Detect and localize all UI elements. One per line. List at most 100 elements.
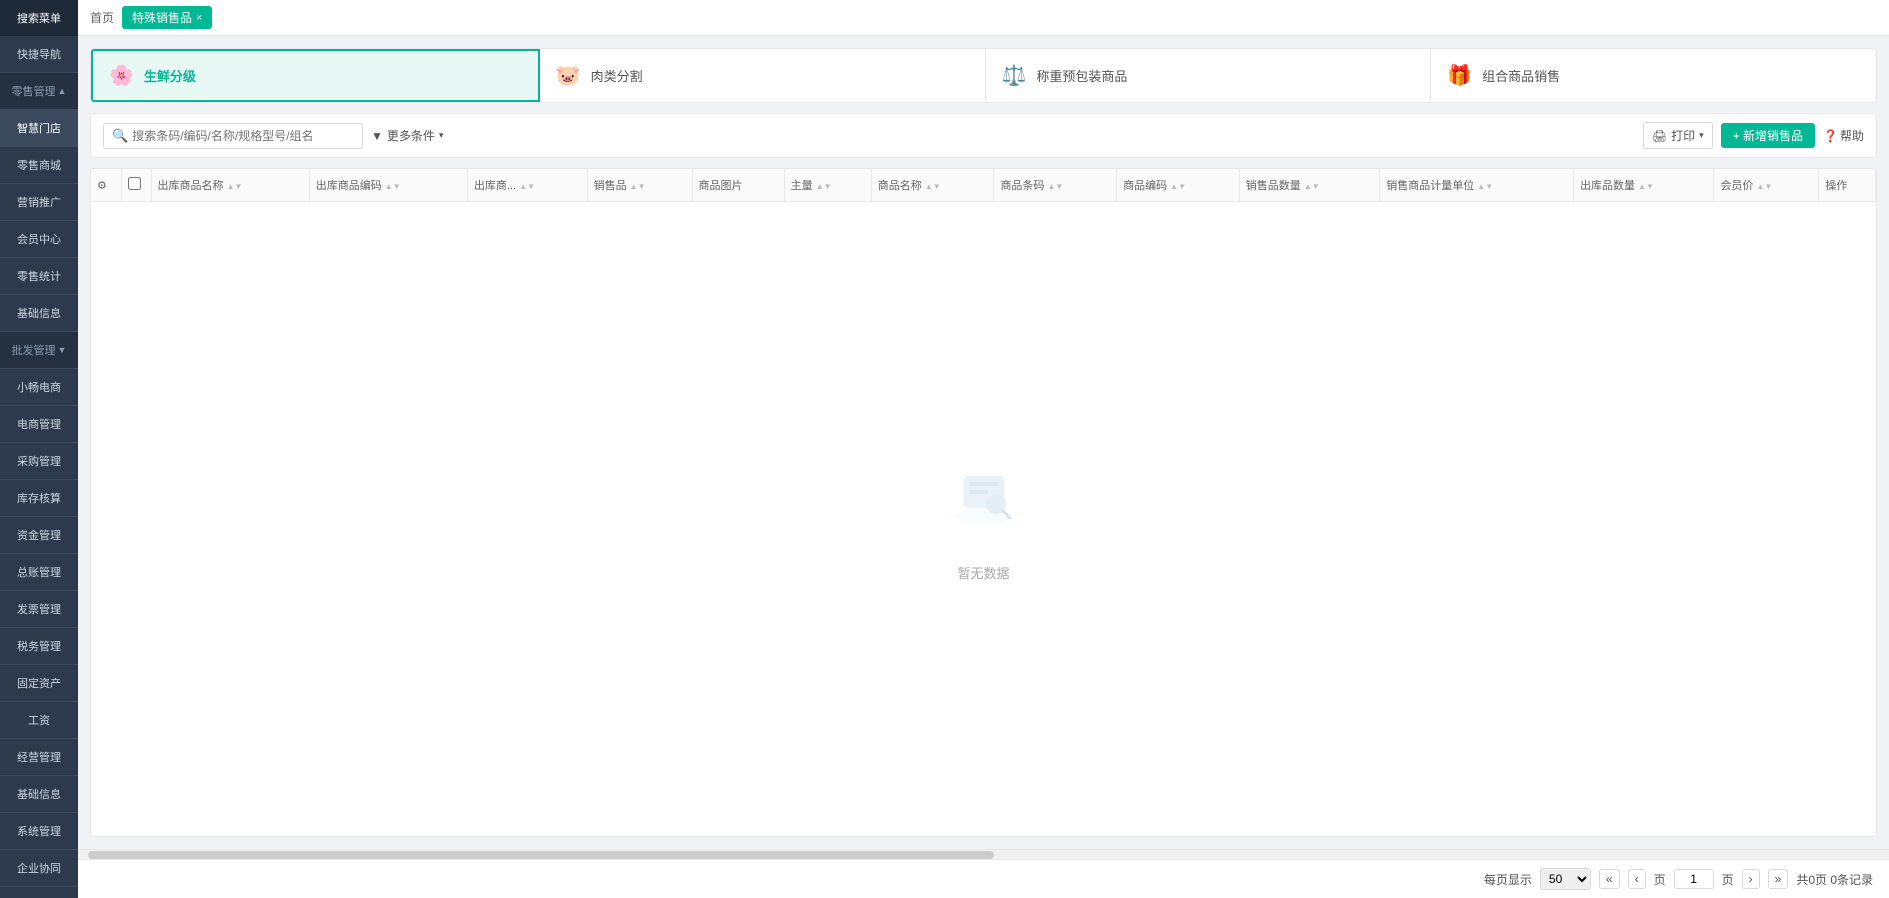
tab-weighed-package[interactable]: ⚖️ 称重预包装商品 — [986, 49, 1432, 102]
print-label: 打印 — [1671, 127, 1695, 144]
sort-icon[interactable]: ▲▼ — [1048, 183, 1064, 191]
scrollbar-thumb[interactable] — [88, 851, 994, 859]
toolbar-right: 🖨 打印 ▾ + 新增销售品 ❓ 帮助 — [1643, 122, 1864, 149]
filter-button[interactable]: ▼ 更多条件 ▾ — [371, 127, 443, 144]
tab-combo-sales[interactable]: 🎁 组合商品销售 — [1431, 49, 1876, 102]
col-weight: 主量 ▲▼ — [784, 169, 871, 202]
last-page-button[interactable]: » — [1768, 869, 1789, 889]
sidebar: 搜索菜单 快捷导航 零售管理 ▲ 智慧门店 零售商城 营销推广 会员中心 零售统… — [0, 0, 78, 898]
per-page-label: 每页显示 — [1484, 871, 1532, 888]
sidebar-item-wholesale-mgmt[interactable]: 批发管理 ▼ — [0, 332, 78, 369]
col-sale-qty-unit: 销售商品计量单位 ▲▼ — [1380, 169, 1574, 202]
col-goods-barcode: 商品条码 ▲▼ — [994, 169, 1117, 202]
sort-icon[interactable]: ▲▼ — [925, 183, 941, 191]
page-label-suffix: 页 — [1722, 871, 1734, 888]
topbar-tab-label: 特殊销售品 — [132, 9, 192, 26]
sidebar-item-quick-nav[interactable]: 快捷导航 — [0, 36, 78, 73]
next-page-button[interactable]: › — [1742, 869, 1760, 889]
sort-icon[interactable]: ▲▼ — [1638, 183, 1654, 191]
sidebar-item-smart-store[interactable]: 智慧门店 — [0, 110, 78, 147]
close-icon[interactable]: × — [196, 12, 202, 24]
sidebar-item-basic-info2[interactable]: 基础信息 — [0, 776, 78, 813]
sort-icon[interactable]: ▲▼ — [630, 183, 646, 191]
sort-icon[interactable]: ▲▼ — [1170, 183, 1186, 191]
col-operation: 操作 — [1819, 169, 1876, 202]
meat-division-icon: 🐷 — [556, 63, 581, 88]
toolbar: 🔍 ▼ 更多条件 ▾ 🖨 打印 ▾ + 新增销售品 — [90, 113, 1877, 158]
empty-text: 暂无数据 — [957, 563, 1009, 582]
page-input[interactable] — [1674, 869, 1714, 889]
col-member-price: 会员价 ▲▼ — [1714, 169, 1819, 202]
sidebar-item-purchase-mgmt[interactable]: 采购管理 — [0, 443, 78, 480]
page-label: 页 — [1654, 871, 1666, 888]
main-area: 首页 特殊销售品 × 🌸 生鲜分级 🐷 肉类分割 ⚖️ 称重预包装商品 🎁 组合… — [78, 0, 1889, 898]
sidebar-logo[interactable]: 搜索菜单 — [0, 0, 78, 36]
sort-icon[interactable]: ▲▼ — [1304, 183, 1320, 191]
filter-label: 更多条件 — [387, 127, 435, 144]
sidebar-item-retail-mgmt[interactable]: 零售管理 ▲ — [0, 73, 78, 110]
empty-state: 暂无数据 — [91, 202, 1876, 836]
tab-fresh-grade[interactable]: 🌸 生鲜分级 — [91, 49, 540, 102]
combo-sales-icon: 🎁 — [1447, 63, 1472, 88]
sidebar-item-wages[interactable]: 工资 — [0, 702, 78, 739]
sort-icon[interactable]: ▲▼ — [519, 183, 535, 191]
total-label: 共0页 0条记录 — [1796, 871, 1873, 888]
col-gear[interactable]: ⚙ — [91, 169, 121, 202]
sidebar-item-invoice-mgmt[interactable]: 发票管理 — [0, 591, 78, 628]
print-button[interactable]: 🖨 打印 ▾ — [1643, 122, 1713, 149]
help-icon: ❓ — [1823, 129, 1838, 143]
toolbar-left: 🔍 ▼ 更多条件 ▾ — [103, 123, 443, 149]
col-goods-code: 商品编码 ▲▼ — [1117, 169, 1240, 202]
sort-icon[interactable]: ▲▼ — [385, 183, 401, 191]
topbar-active-tab[interactable]: 特殊销售品 × — [122, 6, 212, 29]
first-page-button[interactable]: « — [1599, 869, 1620, 889]
sidebar-item-retail-stats[interactable]: 零售统计 — [0, 258, 78, 295]
chevron-down-icon: ▾ — [1699, 130, 1704, 141]
chevron-down-icon: ▾ — [439, 130, 444, 141]
sidebar-item-ecommerce-mgmt[interactable]: 电商管理 — [0, 406, 78, 443]
sort-icon[interactable]: ▲▼ — [816, 183, 832, 191]
select-all-checkbox[interactable] — [128, 177, 141, 190]
help-button[interactable]: ❓ 帮助 — [1823, 127, 1864, 144]
col-out-goods-name: 出库商品名称 ▲▼ — [151, 169, 309, 202]
tab-meat-division[interactable]: 🐷 肉类分割 — [540, 49, 986, 102]
new-label: + 新增销售品 — [1733, 127, 1803, 144]
sidebar-item-fixed-assets[interactable]: 固定资产 — [0, 665, 78, 702]
sort-icon[interactable]: ▲▼ — [1757, 183, 1773, 191]
new-sale-item-button[interactable]: + 新增销售品 — [1721, 123, 1815, 148]
sidebar-item-ops-mgmt[interactable]: 经营管理 — [0, 739, 78, 776]
sidebar-item-newbie-guide[interactable]: 新手引导 — [0, 887, 78, 898]
tab-cards: 🌸 生鲜分级 🐷 肉类分割 ⚖️ 称重预包装商品 🎁 组合商品销售 — [90, 48, 1877, 103]
search-box[interactable]: 🔍 — [103, 123, 363, 149]
prev-page-button[interactable]: ‹ — [1628, 869, 1646, 889]
tab-fresh-grade-label: 生鲜分级 — [144, 66, 196, 85]
sidebar-item-ledger-mgmt[interactable]: 总账管理 — [0, 554, 78, 591]
empty-icon — [944, 456, 1024, 551]
col-sale-goods: 销售品 ▲▼ — [587, 169, 692, 202]
sidebar-item-sales-promo[interactable]: 营销推广 — [0, 184, 78, 221]
per-page-select[interactable]: 50 10 20 100 — [1540, 868, 1591, 890]
sort-icon[interactable]: ▲▼ — [227, 183, 243, 191]
sidebar-item-inventory-check[interactable]: 库存核算 — [0, 480, 78, 517]
sidebar-item-retail-mall[interactable]: 零售商城 — [0, 147, 78, 184]
search-icon: 🔍 — [112, 128, 128, 144]
tab-meat-division-label: 肉类分割 — [591, 66, 643, 85]
sidebar-item-tax-mgmt[interactable]: 税务管理 — [0, 628, 78, 665]
sidebar-item-system-mgmt[interactable]: 系统管理 — [0, 813, 78, 850]
search-input[interactable] — [132, 129, 352, 143]
tab-combo-sales-label: 组合商品销售 — [1482, 66, 1560, 85]
sidebar-item-basic-info[interactable]: 基础信息 — [0, 295, 78, 332]
col-out-qty: 出库品数量 ▲▼ — [1574, 169, 1714, 202]
chevron-down-icon: ▼ — [58, 345, 67, 355]
sidebar-item-member-center[interactable]: 会员中心 — [0, 221, 78, 258]
content-area: 🌸 生鲜分级 🐷 肉类分割 ⚖️ 称重预包装商品 🎁 组合商品销售 🔍 — [78, 36, 1889, 849]
help-label: 帮助 — [1840, 127, 1864, 144]
horizontal-scrollbar[interactable] — [78, 849, 1889, 859]
print-icon: 🖨 — [1652, 129, 1667, 143]
col-check[interactable] — [121, 169, 151, 202]
sidebar-item-finance-mgmt[interactable]: 资金管理 — [0, 517, 78, 554]
topbar-home[interactable]: 首页 — [90, 9, 114, 26]
sidebar-item-mini-ecommerce[interactable]: 小畅电商 — [0, 369, 78, 406]
sort-icon[interactable]: ▲▼ — [1477, 183, 1493, 191]
sidebar-item-enterprise-coop[interactable]: 企业协同 — [0, 850, 78, 887]
